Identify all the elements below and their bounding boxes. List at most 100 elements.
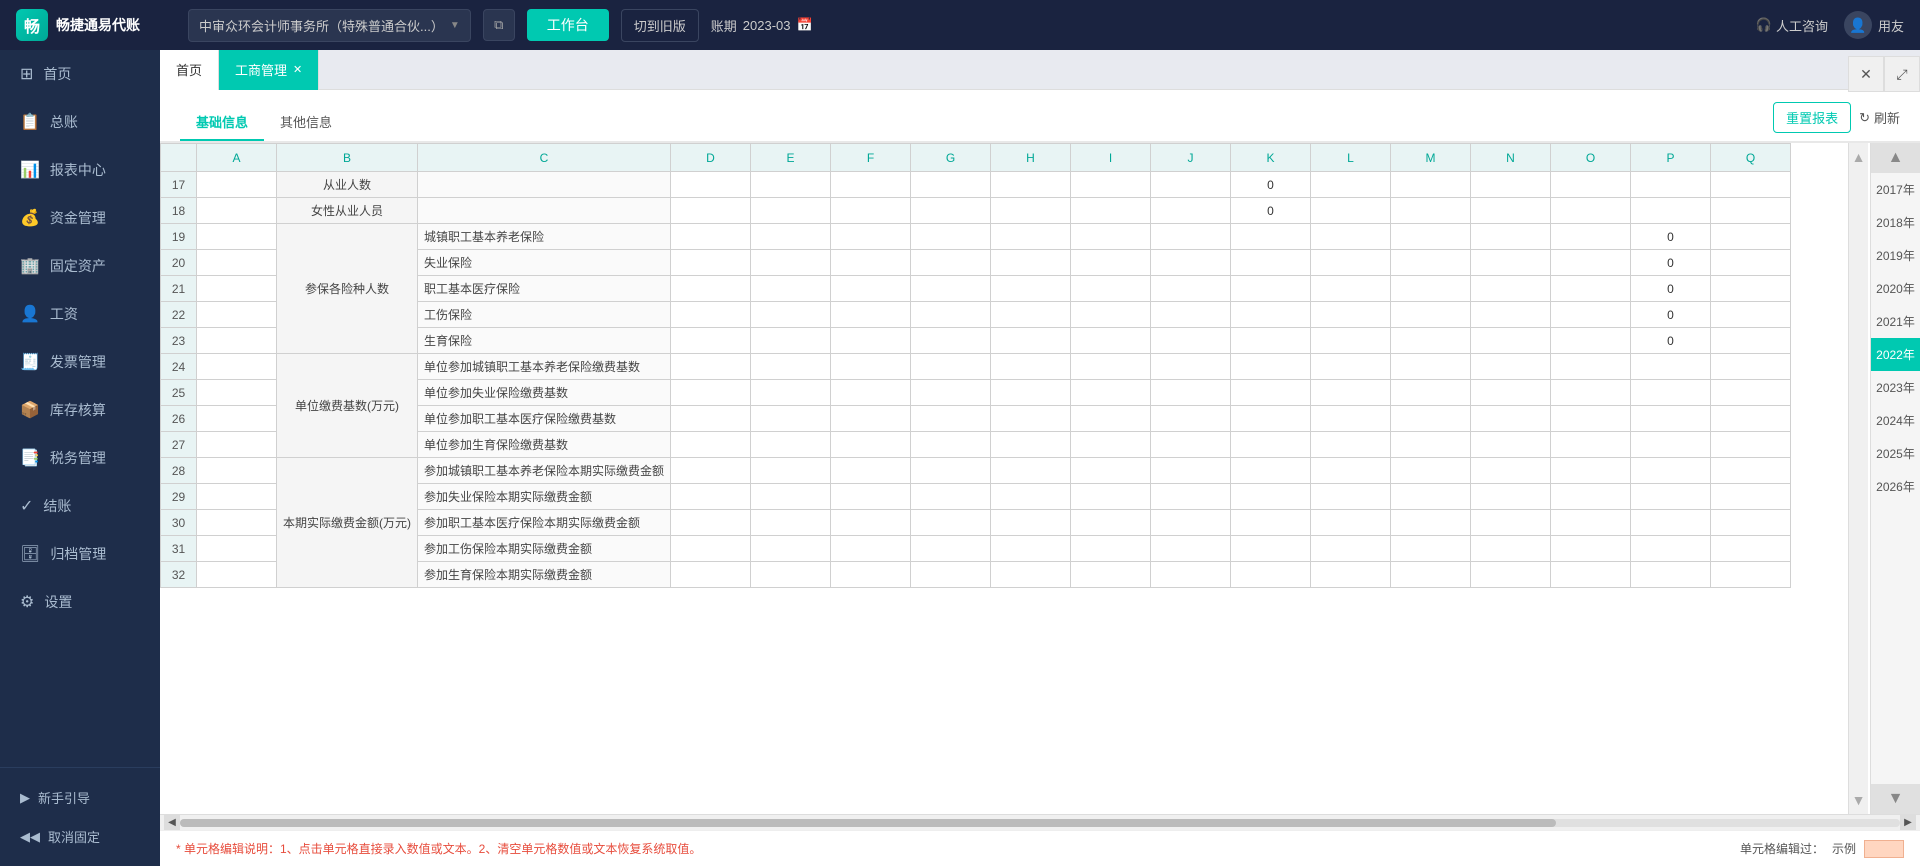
col-m-cell[interactable] (1391, 432, 1471, 458)
col-g-cell[interactable] (911, 224, 991, 250)
col-k-cell[interactable] (1231, 458, 1311, 484)
col-k-cell[interactable] (1231, 302, 1311, 328)
col-header-Q[interactable]: Q (1711, 144, 1791, 172)
col-o-cell[interactable] (1551, 562, 1631, 588)
col-i-cell[interactable] (1071, 380, 1151, 406)
col-header-L[interactable]: L (1311, 144, 1391, 172)
col-d-cell[interactable] (671, 562, 751, 588)
col-f-cell[interactable] (831, 328, 911, 354)
col-a-cell[interactable] (197, 562, 277, 588)
col-q-cell[interactable] (1711, 484, 1791, 510)
col-e-cell[interactable] (751, 354, 831, 380)
col-a-cell[interactable] (197, 302, 277, 328)
col-p-cell[interactable] (1631, 484, 1711, 510)
col-j-cell[interactable] (1151, 458, 1231, 484)
tab-home[interactable]: 首页 (160, 50, 219, 90)
col-o-cell[interactable] (1551, 354, 1631, 380)
col-i-cell[interactable] (1071, 224, 1151, 250)
col-p-cell[interactable]: 0 (1631, 276, 1711, 302)
col-i-cell[interactable] (1071, 510, 1151, 536)
year-item-2021年[interactable]: 2021年 (1871, 305, 1920, 338)
ai-consult-button[interactable]: 🎧 人工咨询 (1756, 16, 1828, 35)
col-e-cell[interactable] (751, 562, 831, 588)
col-c-cell[interactable] (418, 198, 671, 224)
col-q-cell[interactable] (1711, 536, 1791, 562)
col-q-cell[interactable] (1711, 224, 1791, 250)
col-e-cell[interactable] (751, 328, 831, 354)
col-c-cell[interactable]: 城镇职工基本养老保险 (418, 224, 671, 250)
col-c-cell[interactable]: 生育保险 (418, 328, 671, 354)
col-q-cell[interactable] (1711, 458, 1791, 484)
col-p-cell[interactable] (1631, 562, 1711, 588)
col-h-cell[interactable] (991, 172, 1071, 198)
col-d-cell[interactable] (671, 328, 751, 354)
col-n-cell[interactable] (1471, 198, 1551, 224)
col-k-cell[interactable] (1231, 328, 1311, 354)
col-p-cell[interactable]: 0 (1631, 250, 1711, 276)
col-o-cell[interactable] (1551, 406, 1631, 432)
user-area[interactable]: 👤 用友 (1844, 11, 1904, 39)
col-l-cell[interactable] (1311, 172, 1391, 198)
col-f-cell[interactable] (831, 276, 911, 302)
col-i-cell[interactable] (1071, 354, 1151, 380)
col-m-cell[interactable] (1391, 198, 1471, 224)
col-l-cell[interactable] (1311, 250, 1391, 276)
col-k-cell[interactable] (1231, 562, 1311, 588)
col-q-cell[interactable] (1711, 406, 1791, 432)
col-e-cell[interactable] (751, 172, 831, 198)
col-header-H[interactable]: H (991, 144, 1071, 172)
col-g-cell[interactable] (911, 276, 991, 302)
col-p-cell[interactable] (1631, 536, 1711, 562)
col-i-cell[interactable] (1071, 432, 1151, 458)
year-item-2024年[interactable]: 2024年 (1871, 404, 1920, 437)
sidebar-item-closing[interactable]: ✓结账 (0, 482, 160, 530)
col-d-cell[interactable] (671, 198, 751, 224)
col-g-cell[interactable] (911, 510, 991, 536)
col-p-cell[interactable] (1631, 432, 1711, 458)
col-i-cell[interactable] (1071, 536, 1151, 562)
hscroll-track[interactable] (180, 819, 1900, 827)
col-o-cell[interactable] (1551, 432, 1631, 458)
col-j-cell[interactable] (1151, 354, 1231, 380)
sidebar-item-funds[interactable]: 💰资金管理 (0, 194, 160, 242)
col-c-cell[interactable]: 职工基本医疗保险 (418, 276, 671, 302)
sidebar-item-invoice[interactable]: 🧾发票管理 (0, 338, 160, 386)
col-header-D[interactable]: D (671, 144, 751, 172)
col-i-cell[interactable] (1071, 276, 1151, 302)
scroll-up-arrow[interactable]: ▲ (1852, 143, 1866, 171)
col-h-cell[interactable] (991, 328, 1071, 354)
col-k-cell[interactable] (1231, 536, 1311, 562)
sidebar-item-archive[interactable]: 🗄归档管理 (0, 530, 160, 578)
col-n-cell[interactable] (1471, 302, 1551, 328)
col-e-cell[interactable] (751, 250, 831, 276)
col-m-cell[interactable] (1391, 276, 1471, 302)
col-a-cell[interactable] (197, 224, 277, 250)
col-c-cell[interactable]: 参加职工基本医疗保险本期实际缴费金额 (418, 510, 671, 536)
col-d-cell[interactable] (671, 224, 751, 250)
year-item-2026年[interactable]: 2026年 (1871, 470, 1920, 503)
col-p-cell[interactable]: 0 (1631, 224, 1711, 250)
col-n-cell[interactable] (1471, 276, 1551, 302)
col-q-cell[interactable] (1711, 198, 1791, 224)
col-o-cell[interactable] (1551, 510, 1631, 536)
col-h-cell[interactable] (991, 536, 1071, 562)
col-a-cell[interactable] (197, 458, 277, 484)
col-e-cell[interactable] (751, 224, 831, 250)
col-header-P[interactable]: P (1631, 144, 1711, 172)
tab-business[interactable]: 工商管理 ✕ (219, 50, 319, 90)
col-n-cell[interactable] (1471, 484, 1551, 510)
col-e-cell[interactable] (751, 276, 831, 302)
col-d-cell[interactable] (671, 302, 751, 328)
col-header-K[interactable]: K (1231, 144, 1311, 172)
col-p-cell[interactable] (1631, 354, 1711, 380)
col-q-cell[interactable] (1711, 380, 1791, 406)
col-header-A[interactable]: A (197, 144, 277, 172)
col-o-cell[interactable] (1551, 224, 1631, 250)
col-h-cell[interactable] (991, 250, 1071, 276)
col-i-cell[interactable] (1071, 484, 1151, 510)
col-m-cell[interactable] (1391, 562, 1471, 588)
year-item-2018年[interactable]: 2018年 (1871, 206, 1920, 239)
col-j-cell[interactable] (1151, 536, 1231, 562)
col-q-cell[interactable] (1711, 432, 1791, 458)
col-l-cell[interactable] (1311, 302, 1391, 328)
